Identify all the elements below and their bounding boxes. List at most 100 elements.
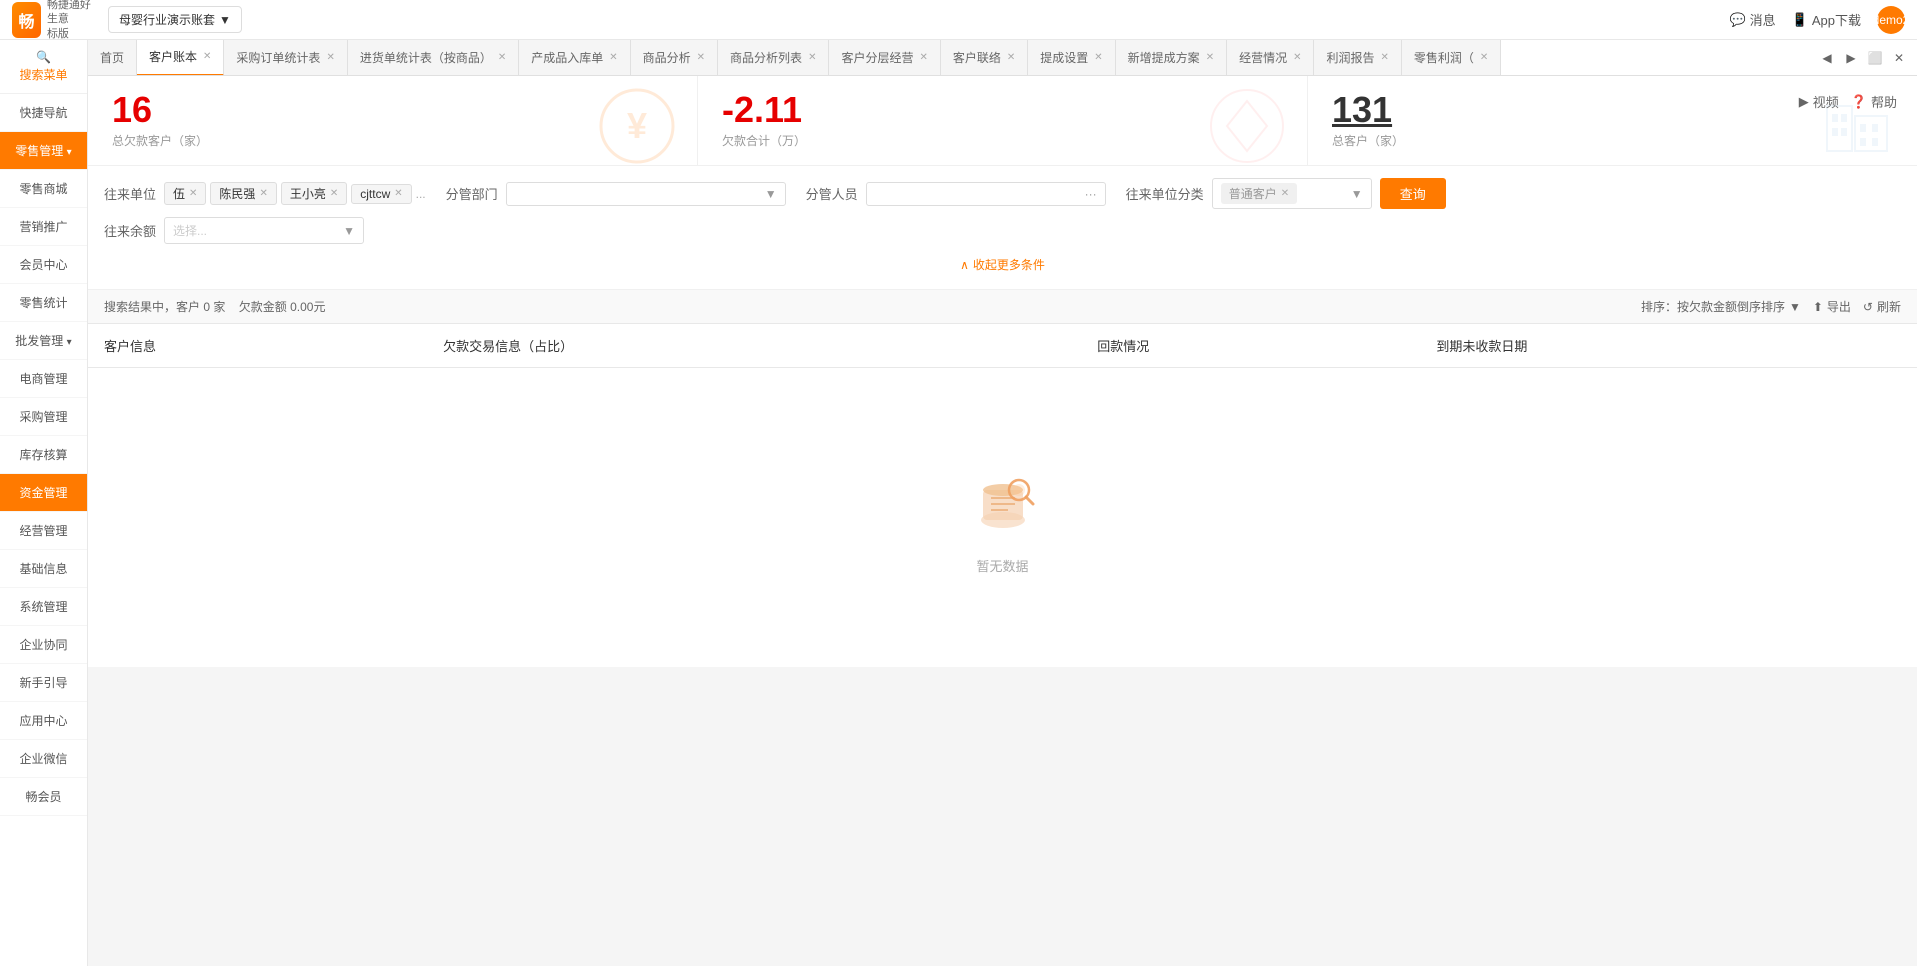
workspace-selector[interactable]: 母婴行业演示账套 ▼ [108,6,242,33]
tab-close-promotion-settings[interactable]: ✕ [1094,52,1102,63]
sidebar-item-member-center[interactable]: 会员中心 [0,246,87,284]
tab-close-cost-inbound[interactable]: ✕ [609,52,617,63]
chevron-down-icon: ▼ [1351,187,1363,201]
stat-card-overdue-customers: ¥ 16 总欠款客户（家） [88,76,698,165]
tab-ops-status[interactable]: 经营情况 ✕ [1227,40,1314,76]
sidebar-item-retail-stats[interactable]: 零售统计 [0,284,87,322]
tab-menu-btn[interactable]: ⬜ [1865,48,1885,68]
results-summary: 搜索结果中，客户 0 家 欠款金额 0.00元 [104,298,325,315]
balance-select[interactable]: 选择... ▼ [164,217,364,244]
main-layout: 🔍 搜索菜单 快捷导航 零售管理 ▾ 零售商城 营销推广 会员中心 零售统计 [0,40,1917,966]
tab-profit-report[interactable]: 利润报告 ✕ [1314,40,1401,76]
help-link[interactable]: ❓ 帮助 [1851,92,1897,111]
tab-close-purchase-order-stats[interactable]: ✕ [326,52,334,63]
sort-select[interactable]: 排序：按欠款金额倒序排序 ▼ [1641,298,1801,315]
tab-bar-controls: ◀ ▶ ⬜ ✕ [1809,48,1917,68]
unit-class-filter-label: 往来单位分类 [1126,184,1204,203]
table-col-due-date: 到期未收款日期 [1420,324,1917,368]
tab-product-analysis-list[interactable]: 商品分析列表 ✕ [718,40,829,76]
export-btn[interactable]: ⬆ 导出 [1813,298,1851,315]
query-button[interactable]: 查询 [1380,178,1446,209]
filter-row-1: 往来单位 伍 ✕ 陈民强 ✕ [104,178,1901,209]
sidebar-item-vip-member[interactable]: 畅会员 [0,778,87,816]
tab-new-promotion[interactable]: 新增提成方案 ✕ [1116,40,1227,76]
sidebar-item-ops-mgmt[interactable]: 经营管理 [0,512,87,550]
results-bar: 搜索结果中，客户 0 家 欠款金额 0.00元 排序：按欠款金额倒序排序 [88,290,1917,324]
avatar[interactable]: demo2 [1877,6,1905,34]
unit-class-tag-close[interactable]: ✕ [1281,188,1289,199]
tab-inbound-stats[interactable]: 进货单统计表（按商品） ✕ [348,40,519,76]
tab-customer-segment[interactable]: 客户分层经营 ✕ [829,40,940,76]
data-table: 客户信息 欠款交易信息（占比） 回款情况 到期未收款日期 [88,324,1917,668]
tab-close-product-analysis-list[interactable]: ✕ [808,52,816,63]
chevron-down-icon: ▼ [219,13,231,27]
table-body: 暂无数据 [88,368,1917,668]
tab-customer-ledger[interactable]: 客户账本 ✕ [137,40,224,76]
video-link[interactable]: ▶ 视频 [1799,92,1839,111]
sidebar-item-ecom-mgmt[interactable]: 电商管理 [0,360,87,398]
tab-retail-profit[interactable]: 零售利润（ ✕ [1402,40,1501,76]
play-icon: ▶ [1799,94,1809,110]
app-download-btn[interactable]: 📱 App下载 [1792,10,1861,29]
unit-tag-wu-close[interactable]: ✕ [189,188,197,199]
sidebar-item-wholesale-mgmt[interactable]: 批发管理 ▾ [0,322,87,360]
tab-close-retail-profit[interactable]: ✕ [1480,52,1488,63]
sort-label: 排序：按欠款金额倒序排序 [1641,298,1785,315]
collapse-more-btn[interactable]: ∧ 收起更多条件 [104,252,1901,277]
sidebar-item-inventory[interactable]: 库存核算 [0,436,87,474]
unit-tag-group: 伍 ✕ 陈民强 ✕ 王小亮 ✕ [164,182,426,205]
more-icon: ··· [1085,187,1097,201]
tab-home[interactable]: 首页 [88,40,137,76]
tab-close-all-btn[interactable]: ✕ [1889,48,1909,68]
tab-close-customer-contact[interactable]: ✕ [1007,52,1015,63]
sidebar-item-marketing[interactable]: 营销推广 [0,208,87,246]
chevron-icon: ▾ [67,147,72,158]
unit-tag-wang-close[interactable]: ✕ [330,188,338,199]
filter-area: 往来单位 伍 ✕ 陈民强 ✕ [88,166,1917,290]
refresh-btn[interactable]: ↺ 刷新 [1863,298,1901,315]
tab-close-new-promotion[interactable]: ✕ [1206,52,1214,63]
sidebar-item-new-guide[interactable]: 新手引导 [0,664,87,702]
tab-promotion-settings[interactable]: 提成设置 ✕ [1028,40,1115,76]
tab-close-inbound-stats[interactable]: ✕ [498,52,506,63]
tab-product-analysis[interactable]: 商品分析 ✕ [631,40,718,76]
tab-prev-btn[interactable]: ◀ [1817,48,1837,68]
tab-close-ops-status[interactable]: ✕ [1293,52,1301,63]
person-select[interactable]: ··· [866,182,1106,206]
tab-cost-inbound[interactable]: 产成品入库单 ✕ [519,40,630,76]
sidebar-item-retail-mgmt[interactable]: 零售管理 ▾ [0,132,87,170]
sidebar-item-corp-collab[interactable]: 企业协同 [0,626,87,664]
dept-select[interactable]: ▼ [506,182,786,206]
sidebar-item-basic-info[interactable]: 基础信息 [0,550,87,588]
chevron-icon: ▾ [67,337,72,348]
sidebar-item-sys-mgmt[interactable]: 系统管理 [0,588,87,626]
empty-row: 暂无数据 [88,368,1917,668]
message-btn[interactable]: 💬 消息 [1729,10,1775,29]
message-icon: 💬 [1729,12,1745,28]
tab-close-customer-ledger[interactable]: ✕ [203,51,211,62]
help-icon: ❓ [1851,94,1867,110]
sidebar: 🔍 搜索菜单 快捷导航 零售管理 ▾ 零售商城 营销推广 会员中心 零售统计 [0,40,88,966]
sidebar-item-biz-wechat[interactable]: 企业微信 [0,740,87,778]
tab-close-customer-segment[interactable]: ✕ [919,52,927,63]
tab-purchase-order-stats[interactable]: 采购订单统计表 ✕ [224,40,347,76]
unit-class-select[interactable]: 普通客户 ✕ ▼ [1212,178,1372,209]
tab-close-profit-report[interactable]: ✕ [1381,52,1389,63]
page-content: ¥ 16 总欠款客户（家） [88,76,1917,966]
content-area: 首页 客户账本 ✕ 采购订单统计表 ✕ 进货单统计表（按商品） ✕ 产成品入库单… [88,40,1917,966]
person-filter-label: 分管人员 [806,184,858,203]
filter-more-btn[interactable]: ... [416,187,426,201]
top-right-links: ▶ 视频 ❓ 帮助 [1799,92,1897,111]
sidebar-item-purchase-mgmt[interactable]: 采购管理 [0,398,87,436]
table-col-repayment: 回款情况 [1081,324,1420,368]
sidebar-search[interactable]: 🔍 搜索菜单 [0,40,87,94]
sidebar-item-finance-mgmt[interactable]: 资金管理 [0,474,87,512]
tab-close-product-analysis[interactable]: ✕ [697,52,705,63]
tab-customer-contact[interactable]: 客户联络 ✕ [941,40,1028,76]
sidebar-item-quick-nav[interactable]: 快捷导航 [0,94,87,132]
unit-tag-cjttcw-close[interactable]: ✕ [394,188,402,199]
tab-next-btn[interactable]: ▶ [1841,48,1861,68]
sidebar-item-retail-mall[interactable]: 零售商城 [0,170,87,208]
unit-tag-chen-close[interactable]: ✕ [259,188,267,199]
sidebar-item-app-center[interactable]: 应用中心 [0,702,87,740]
